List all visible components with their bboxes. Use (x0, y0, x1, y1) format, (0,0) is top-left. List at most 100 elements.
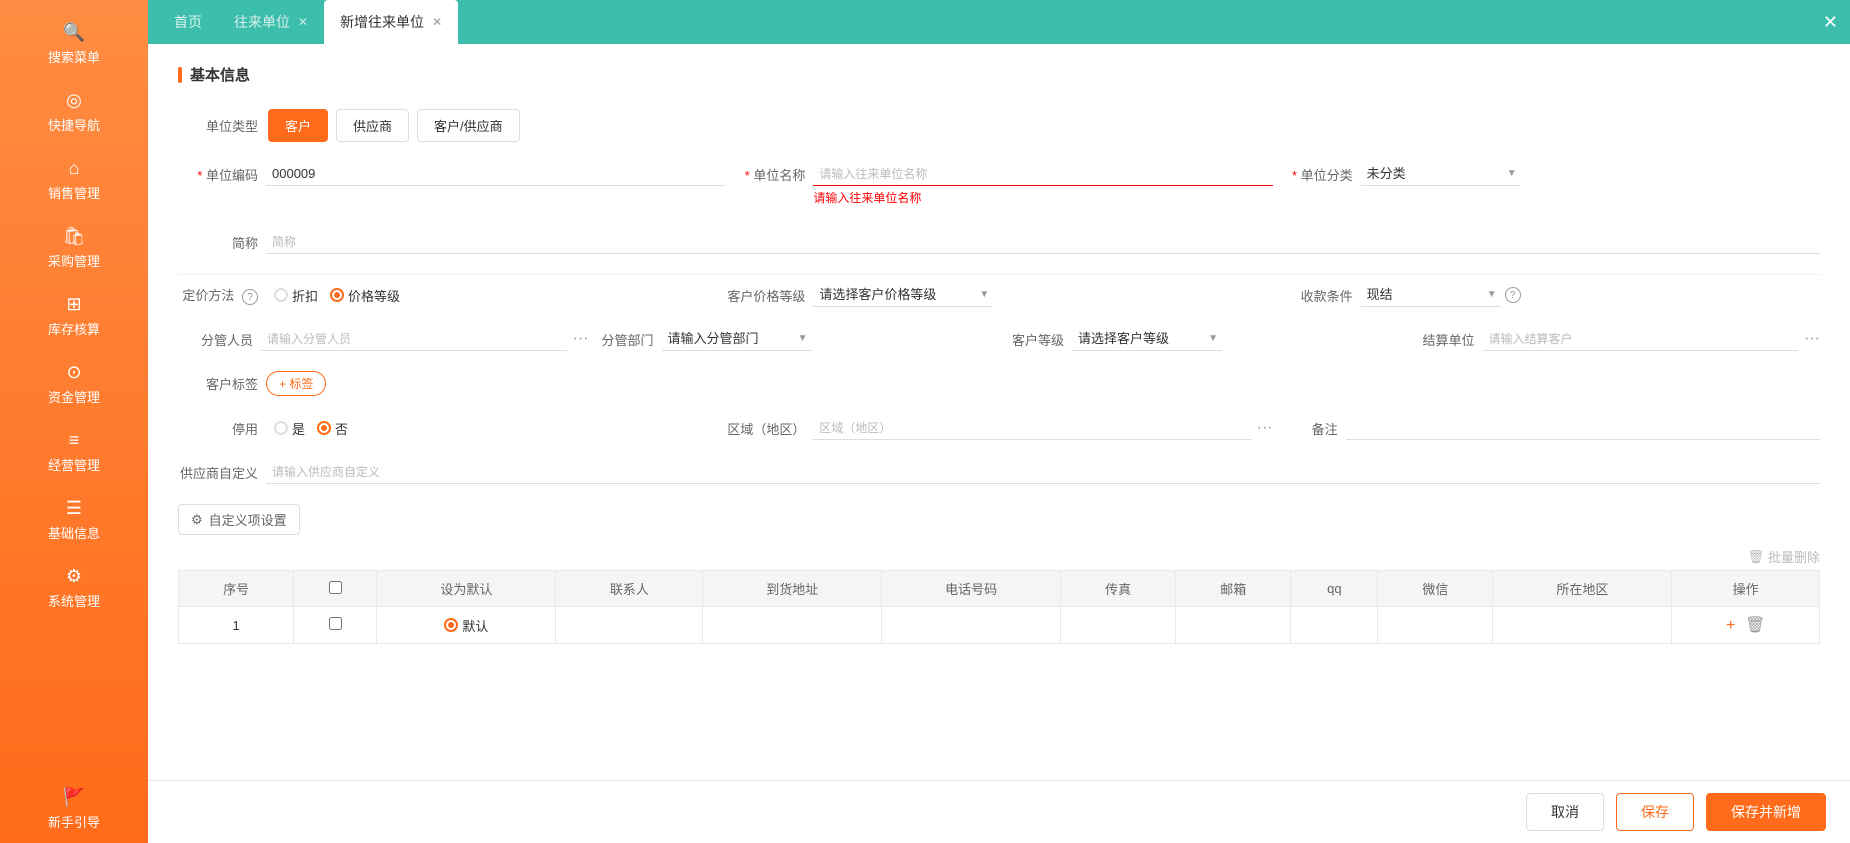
pricing-radio-group: 折扣 价格等级 (274, 286, 400, 305)
short-name-label: 简称 (178, 233, 258, 252)
sidebar-item-label: 搜索菜单 (48, 47, 100, 66)
row-action[interactable]: + 🗑 (1672, 607, 1820, 644)
row-checkbox[interactable] (329, 617, 342, 630)
payment-terms-group: 收款条件 现结 ▼ ? (1273, 283, 1820, 307)
unit-name-label: 单位名称 (725, 165, 805, 184)
bulk-delete-label[interactable]: 批量删除 (1768, 547, 1820, 566)
contacts-table: 序号 设为默认 联系人 到货地址 电话号码 传真 邮箱 qq 微信 所在地区 操… (178, 570, 1820, 644)
row-region (1493, 607, 1672, 644)
pricing-help-icon[interactable]: ? (242, 289, 258, 305)
custom-settings-button[interactable]: ⚙ 自定义项设置 (178, 504, 300, 535)
list-icon: ☰ (66, 498, 82, 519)
customer-price-dropdown[interactable]: 请选择客户价格等级 (813, 283, 993, 306)
guide-icon: 🚩 (63, 787, 85, 808)
supervisor-more-icon[interactable]: ··· (573, 330, 589, 348)
yes-radio[interactable] (274, 421, 288, 435)
tab-new-partner-label: 新增往来单位 (340, 12, 424, 32)
unit-category-select[interactable]: 未分类 ▼ (1361, 162, 1521, 186)
add-tag-button[interactable]: + 标签 (266, 371, 326, 396)
pricing-discount[interactable]: 折扣 (274, 286, 318, 305)
customer-price-label: 客户价格等级 (725, 286, 805, 305)
settlement-group: 结算单位 ··· (1410, 327, 1821, 351)
short-name-row: 简称 (178, 230, 1820, 254)
col-email: 邮箱 (1176, 571, 1291, 607)
note-input[interactable] (1346, 416, 1820, 440)
payment-terms-dropdown[interactable]: 现结 (1361, 283, 1501, 306)
department-dropdown[interactable]: 请输入分管部门 (662, 327, 812, 350)
region-more-icon[interactable]: ··· (1257, 419, 1273, 437)
sidebar-item-label: 采购管理 (48, 251, 100, 270)
disable-no[interactable]: 否 (317, 419, 348, 438)
row-default-cell[interactable]: 默认 (377, 607, 556, 644)
sidebar-item-sales[interactable]: ⌂ 销售管理 (0, 146, 148, 214)
tab-new-partner-close[interactable]: ✕ (432, 15, 442, 29)
no-radio[interactable] (317, 421, 331, 435)
customer-level-select[interactable]: 请选择客户等级 ▼ (1072, 327, 1222, 351)
disable-yes[interactable]: 是 (274, 419, 305, 438)
settlement-input[interactable] (1483, 327, 1799, 351)
tab-partners[interactable]: 往来单位 ✕ (218, 0, 324, 44)
pricing-row: 定价方法 ? 折扣 价格等级 客户价格等级 (178, 283, 1820, 307)
customer-price-select[interactable]: 请选择客户价格等级 ▼ (813, 283, 993, 307)
tab-partners-close[interactable]: ✕ (298, 15, 308, 29)
unit-type-both[interactable]: 客户/供应商 (417, 109, 520, 142)
sidebar-item-purchase[interactable]: 🛍 采购管理 (0, 214, 148, 282)
payment-terms-label: 收款条件 (1273, 286, 1353, 305)
row-fax (1061, 607, 1176, 644)
supplier-custom-row: 供应商自定义 (178, 460, 1820, 484)
sidebar-item-finance[interactable]: ⊙ 资金管理 (0, 350, 148, 418)
supervisor-label: 分管人员 (178, 330, 253, 349)
unit-type-row: 单位类型 客户 供应商 客户/供应商 (178, 109, 1820, 142)
pricing-level[interactable]: 价格等级 (330, 286, 400, 305)
payment-terms-select[interactable]: 现结 ▼ (1361, 283, 1501, 307)
sidebar-item-label: 基础信息 (48, 523, 100, 542)
unit-type-supplier[interactable]: 供应商 (336, 109, 409, 142)
sidebar-item-search[interactable]: 🔍 搜索菜单 (0, 10, 148, 78)
short-name-input[interactable] (266, 230, 1820, 254)
sidebar-item-newguide[interactable]: 🚩 新手引导 (0, 775, 148, 843)
bulk-delete-row: 🗑 批量删除 (178, 547, 1820, 566)
sidebar-item-system[interactable]: ⚙ 系统管理 (0, 554, 148, 622)
close-all-button[interactable]: ✕ (1823, 12, 1838, 33)
customer-level-dropdown[interactable]: 请选择客户等级 (1072, 327, 1222, 350)
col-region: 所在地区 (1493, 571, 1672, 607)
disable-group: 停用 是 否 (178, 419, 725, 438)
discount-radio[interactable] (274, 288, 288, 302)
disable-label: 停用 (178, 419, 258, 438)
price-level-radio[interactable] (330, 288, 344, 302)
supplier-custom-input[interactable] (266, 460, 1820, 484)
unit-code-group: 单位编码 (178, 162, 725, 186)
unit-category-dropdown[interactable]: 未分类 (1361, 162, 1521, 185)
cancel-button[interactable]: 取消 (1526, 793, 1604, 831)
unit-code-input[interactable] (266, 162, 725, 186)
region-input[interactable] (813, 416, 1250, 440)
settlement-more-icon[interactable]: ··· (1804, 330, 1820, 348)
save-new-button[interactable]: 保存并新增 (1706, 793, 1826, 831)
col-checkbox[interactable] (294, 571, 377, 607)
add-row-icon[interactable]: + (1726, 617, 1735, 634)
unit-name-input[interactable] (813, 162, 1272, 186)
tab-new-partner[interactable]: 新增往来单位 ✕ (324, 0, 458, 44)
sidebar-item-inventory[interactable]: ⊞ 库存核算 (0, 282, 148, 350)
table-row: 1 默认 (179, 607, 1820, 644)
department-select[interactable]: 请输入分管部门 ▼ (662, 327, 812, 351)
col-qq: qq (1291, 571, 1378, 607)
sidebar-item-label: 经营管理 (48, 455, 100, 474)
select-all-checkbox[interactable] (329, 581, 342, 594)
row-checkbox-cell[interactable] (294, 607, 377, 644)
delete-row-icon[interactable]: 🗑 (1745, 617, 1765, 634)
sidebar-item-quick-nav[interactable]: ◎ 快捷导航 (0, 78, 148, 146)
tab-home[interactable]: 首页 (158, 0, 218, 44)
supervisor-input[interactable] (261, 327, 567, 351)
payment-help-icon[interactable]: ? (1505, 287, 1521, 303)
sidebar-item-operation[interactable]: ≡ 经营管理 (0, 418, 148, 486)
sidebar-item-basic[interactable]: ☰ 基础信息 (0, 486, 148, 554)
pricing-method-group: 定价方法 ? 折扣 价格等级 (178, 285, 725, 306)
tab-home-label: 首页 (174, 12, 202, 32)
row-default-radio[interactable] (444, 618, 458, 632)
col-fax: 传真 (1061, 571, 1176, 607)
unit-type-customer[interactable]: 客户 (268, 109, 328, 142)
save-button[interactable]: 保存 (1616, 793, 1694, 831)
sidebar-item-label: 快捷导航 (48, 115, 100, 134)
row-default-radio-label[interactable]: 默认 (387, 616, 545, 635)
